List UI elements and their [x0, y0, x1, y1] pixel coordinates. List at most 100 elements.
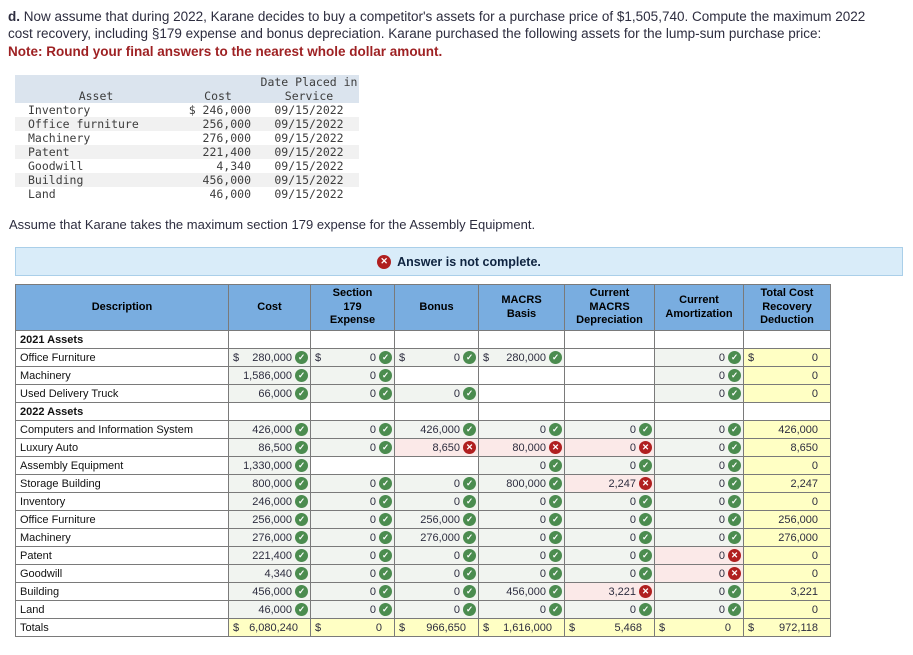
section-179-expense-input-cell[interactable]: 0 ✓	[310, 528, 395, 547]
current-amortization-input-cell[interactable]: 0 ✓	[654, 600, 744, 619]
cost-input-cell[interactable]: 86,500 ✓	[228, 438, 311, 457]
macrs-basis-input-cell[interactable]: 0 ✓	[478, 456, 565, 475]
current-amortization-blank-cell	[654, 330, 744, 349]
total-cost-recovery-deduction-value: 0	[811, 387, 818, 400]
asset-data-row: Luxury Auto 86,500 ✓ 0 ✓ 8,650 ✕ 80,000 ✕ 0 ✕ 0 ✓ 8,6…	[15, 438, 831, 457]
total-cost-recovery-deduction-calculated-cell: 276,000	[743, 528, 831, 547]
cost-input-cell[interactable]: 276,000 ✓	[228, 528, 311, 547]
cost-value: 456,000	[252, 585, 292, 598]
section-179-expense-input-cell[interactable]: 0 ✓	[310, 546, 395, 565]
section-179-expense-input-cell[interactable]: 0 ✓	[310, 384, 395, 403]
current-amortization-input-cell[interactable]: 0 ✕	[654, 564, 744, 583]
dollar-sign: $	[483, 351, 490, 364]
current-macrs-depreciation-input-cell[interactable]: 0 ✓	[564, 600, 655, 619]
bonus-input-cell[interactable]: 256,000 ✓	[394, 510, 479, 529]
section-179-expense-input-cell[interactable]: 0 ✓	[310, 366, 395, 385]
total-cost-recovery-deduction-value: 2,247	[790, 477, 818, 490]
current-macrs-depreciation-input-cell[interactable]: 2,247 ✕	[564, 474, 655, 493]
check-icon: ✓	[728, 387, 741, 400]
macrs-basis-input-cell[interactable]: 800,000 ✓	[478, 474, 565, 493]
current-macrs-depreciation-input-cell[interactable]: 0 ✓	[564, 456, 655, 475]
macrs-basis-input-cell[interactable]: 0 ✓	[478, 528, 565, 547]
current-amortization-input-cell[interactable]: 0 ✓	[654, 456, 744, 475]
current-amortization-value: 0	[718, 387, 725, 400]
bonus-input-cell[interactable]: 426,000 ✓	[394, 420, 479, 439]
section-179-expense-input-cell[interactable]: 0 ✓	[310, 438, 395, 457]
current-macrs-depreciation-input-cell[interactable]: 0 ✓	[564, 546, 655, 565]
section-179-expense-input-cell[interactable]: 0 ✓	[310, 510, 395, 529]
macrs-basis-input-cell[interactable]: 0 ✓	[478, 420, 565, 439]
bonus-input-cell[interactable]: 276,000 ✓	[394, 528, 479, 547]
total-cost-recovery-deduction-value: 426,000	[778, 423, 818, 436]
row-label: Totals	[15, 618, 229, 637]
macrs-basis-input-cell[interactable]: 456,000 ✓	[478, 582, 565, 601]
macrs-basis-input-cell[interactable]: 80,000 ✕	[478, 438, 565, 457]
section-179-expense-input-cell[interactable]: $0 ✓	[310, 348, 395, 367]
bonus-input-cell[interactable]: 0 ✓	[394, 582, 479, 601]
cost-input-cell[interactable]: 456,000 ✓	[228, 582, 311, 601]
section-179-expense-input-cell[interactable]: 0 ✓	[310, 474, 395, 493]
cost-input-cell[interactable]: 256,000 ✓	[228, 510, 311, 529]
current-macrs-depreciation-input-cell[interactable]: 0 ✓	[564, 420, 655, 439]
rounding-note: Note: Round your final answers to the ne…	[8, 44, 443, 59]
macrs-basis-input-cell[interactable]: 0 ✓	[478, 600, 565, 619]
check-icon: ✓	[549, 531, 562, 544]
bonus-input-cell[interactable]: 0 ✓	[394, 546, 479, 565]
current-amortization-blank-cell	[654, 402, 744, 421]
section-179-expense-input-cell[interactable]: 0 ✓	[310, 564, 395, 583]
current-amortization-input-cell[interactable]: 0 ✓	[654, 438, 744, 457]
current-macrs-depreciation-input-cell[interactable]: 0 ✓	[564, 492, 655, 511]
check-icon: ✓	[295, 351, 308, 364]
macrs-basis-input-cell[interactable]: 0 ✓	[478, 546, 565, 565]
current-macrs-depreciation-input-cell[interactable]: 0 ✓	[564, 564, 655, 583]
bonus-input-cell[interactable]: 0 ✓	[394, 600, 479, 619]
section-179-expense-input-cell[interactable]: 0 ✓	[310, 582, 395, 601]
total-cost-recovery-deduction-calculated-cell: 0	[743, 456, 831, 475]
cost-value: 280,000	[252, 351, 292, 364]
current-amortization-input-cell[interactable]: 0 ✓	[654, 420, 744, 439]
cost-input-cell[interactable]: 1,330,000 ✓	[228, 456, 311, 475]
cost-input-cell[interactable]: 426,000 ✓	[228, 420, 311, 439]
section-179-expense-input-cell[interactable]: 0 ✓	[310, 420, 395, 439]
bonus-input-cell[interactable]: 0 ✓	[394, 492, 479, 511]
current-amortization-input-cell[interactable]: 0 ✓	[654, 510, 744, 529]
current-amortization-input-cell[interactable]: 0 ✓	[654, 474, 744, 493]
current-macrs-depreciation-input-cell[interactable]: 0 ✕	[564, 438, 655, 457]
macrs-basis-input-cell[interactable]: 0 ✓	[478, 510, 565, 529]
cost-input-cell[interactable]: 800,000 ✓	[228, 474, 311, 493]
asset-row: Land 46,000 09/15/2022	[15, 187, 359, 201]
current-amortization-input-cell[interactable]: 0 ✓	[654, 348, 744, 367]
bonus-input-cell[interactable]: 0 ✓	[394, 384, 479, 403]
cost-input-cell[interactable]: 1,586,000 ✓	[228, 366, 311, 385]
section-179-expense-input-cell[interactable]: 0 ✓	[310, 600, 395, 619]
cost-input-cell[interactable]: 246,000 ✓	[228, 492, 311, 511]
current-amortization-input-cell[interactable]: 0 ✓	[654, 492, 744, 511]
current-macrs-depreciation-input-cell[interactable]: 0 ✓	[564, 528, 655, 547]
asset-cost: 276,000	[202, 131, 251, 145]
bonus-input-cell[interactable]: $0 ✓	[394, 348, 479, 367]
current-amortization-input-cell[interactable]: 0 ✓	[654, 528, 744, 547]
asset-data-row: Machinery 1,586,000 ✓ 0 ✓ 0 ✓ 0	[15, 366, 831, 385]
bonus-input-cell[interactable]: 0 ✓	[394, 564, 479, 583]
cost-input-cell[interactable]: $280,000 ✓	[228, 348, 311, 367]
section-179-expense-input-cell[interactable]: 0 ✓	[310, 492, 395, 511]
bonus-input-cell[interactable]: 8,650 ✕	[394, 438, 479, 457]
row-label: 2021 Assets	[15, 330, 229, 349]
bonus-input-cell[interactable]: 0 ✓	[394, 474, 479, 493]
current-amortization-input-cell[interactable]: 0 ✓	[654, 582, 744, 601]
current-amortization-input-cell[interactable]: 0 ✕	[654, 546, 744, 565]
question-letter: d.	[8, 9, 20, 24]
check-icon: ✓	[463, 531, 476, 544]
cost-input-cell[interactable]: 221,400 ✓	[228, 546, 311, 565]
macrs-basis-input-cell[interactable]: 0 ✓	[478, 492, 565, 511]
cost-input-cell[interactable]: 66,000 ✓	[228, 384, 311, 403]
macrs-basis-input-cell[interactable]: 0 ✓	[478, 564, 565, 583]
current-amortization-input-cell[interactable]: 0 ✓	[654, 366, 744, 385]
current-macrs-depreciation-input-cell[interactable]: 3,221 ✕	[564, 582, 655, 601]
cost-input-cell[interactable]: 4,340 ✓	[228, 564, 311, 583]
current-amortization-input-cell[interactable]: 0 ✓	[654, 384, 744, 403]
current-macrs-depreciation-input-cell[interactable]: 0 ✓	[564, 510, 655, 529]
macrs-basis-input-cell[interactable]: $280,000 ✓	[478, 348, 565, 367]
cost-input-cell[interactable]: 46,000 ✓	[228, 600, 311, 619]
section-179-expense-value: 0	[375, 621, 382, 634]
